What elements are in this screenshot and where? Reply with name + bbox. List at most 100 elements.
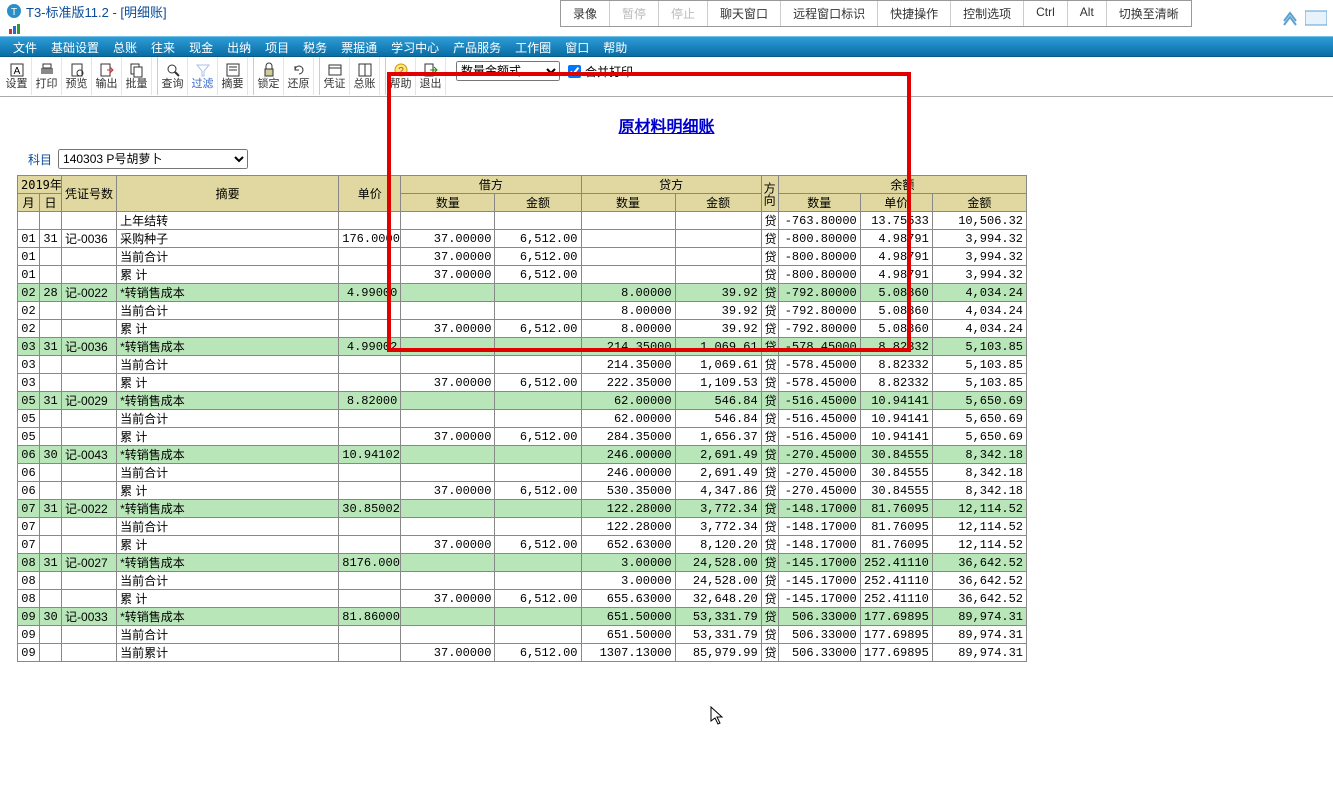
th-voucher: 凭证号数 <box>62 176 117 212</box>
svg-text:A: A <box>13 66 20 77</box>
table-row[interactable]: 07当前合计122.280003,772.34贷-148.1700081.760… <box>18 518 1027 536</box>
menu-tax[interactable]: 税务 <box>296 38 334 56</box>
menu-ledger[interactable]: 总账 <box>106 38 144 56</box>
th-direction: 方向 <box>761 176 778 212</box>
page-title-link[interactable]: 原材料明细账 <box>618 119 714 136</box>
app-icon: T <box>6 3 22 19</box>
ctrl-button[interactable]: Ctrl <box>1024 1 1068 26</box>
svg-text:?: ? <box>398 66 404 77</box>
th-credit-qty: 数量 <box>581 194 675 212</box>
menu-window[interactable]: 窗口 <box>558 38 596 56</box>
menu-file[interactable]: 文件 <box>6 38 44 56</box>
table-row[interactable]: 0228记-0022*转销售成本4.990008.0000039.92贷-792… <box>18 284 1027 302</box>
help-button[interactable]: ?帮助 <box>386 57 416 95</box>
alt-button[interactable]: Alt <box>1068 1 1107 26</box>
stop-button[interactable]: 停止 <box>659 1 708 26</box>
shortcut-button[interactable]: 快捷操作 <box>878 1 951 26</box>
table-row[interactable]: 03当前合计214.350001,069.61贷-578.450008.8233… <box>18 356 1027 374</box>
menu-help[interactable]: 帮助 <box>596 38 634 56</box>
brand-icon <box>1305 9 1327 27</box>
mouse-cursor <box>710 706 726 729</box>
th-price: 单价 <box>339 176 401 212</box>
ledger-grid[interactable]: 2019年 凭证号数 摘要 单价 借方 贷方 方向 余额 月 日 数量 金额 数… <box>17 175 1027 662</box>
merge-print-checkbox[interactable]: 合并打印 <box>568 63 633 80</box>
th-bal-price: 单价 <box>860 194 932 212</box>
table-row[interactable]: 0531记-0029*转销售成本8.8200062.00000546.84贷-5… <box>18 392 1027 410</box>
exit-button[interactable]: 退出 <box>416 57 446 95</box>
table-row[interactable]: 0630记-0043*转销售成本10.94102246.000002,691.4… <box>18 446 1027 464</box>
table-row[interactable]: 0731记-0022*转销售成本30.85002122.280003,772.3… <box>18 500 1027 518</box>
toolbar: A设置 打印 预览 输出 批量 查询 过滤 摘要 锁定 还原 凭证 总账 ?帮助… <box>0 57 1333 97</box>
menu-product-service[interactable]: 产品服务 <box>446 38 508 56</box>
table-row[interactable]: 09当前累计37.000006,512.001307.1300085,979.9… <box>18 644 1027 662</box>
th-day: 日 <box>40 194 62 212</box>
settings-button[interactable]: A设置 <box>2 57 32 95</box>
subject-dropdown[interactable]: 140303 P号胡萝卜 <box>58 149 248 169</box>
table-row[interactable]: 0831记-0027*转销售成本8176.000003.0000024,528.… <box>18 554 1027 572</box>
switch-hd-button[interactable]: 切换至清晰 <box>1107 1 1191 26</box>
th-debit: 借方 <box>401 176 581 194</box>
print-button[interactable]: 打印 <box>32 57 62 95</box>
menu-project[interactable]: 项目 <box>258 38 296 56</box>
menu-learn[interactable]: 学习中心 <box>384 38 446 56</box>
subject-row: 科目 140303 P号胡萝卜 <box>0 145 1333 175</box>
remote-toolbar: 录像 暂停 停止 聊天窗口 远程窗口标识 快捷操作 控制选项 Ctrl Alt … <box>560 0 1192 27</box>
collapse-icon[interactable] <box>1281 9 1299 27</box>
pause-button[interactable]: 暂停 <box>610 1 659 26</box>
th-summary: 摘要 <box>117 176 339 212</box>
preview-button[interactable]: 预览 <box>62 57 92 95</box>
th-debit-qty: 数量 <box>401 194 495 212</box>
batch-button[interactable]: 批量 <box>122 57 152 95</box>
table-row[interactable]: 02累 计37.000006,512.008.0000039.92贷-792.8… <box>18 320 1027 338</box>
menubar-wrap: 文件 基础设置 总账 往来 现金 出纳 项目 税务 票据通 学习中心 产品服务 … <box>0 36 1333 57</box>
menu-voucher-pass[interactable]: 票据通 <box>334 38 384 56</box>
table-row[interactable]: 05累 计37.000006,512.00284.350001,656.37贷-… <box>18 428 1027 446</box>
chat-button[interactable]: 聊天窗口 <box>708 1 781 26</box>
th-credit-amt: 金额 <box>675 194 761 212</box>
menu-receivable[interactable]: 往来 <box>144 38 182 56</box>
th-bal-amt: 金额 <box>932 194 1026 212</box>
th-bal-qty: 数量 <box>778 194 860 212</box>
menu-cash[interactable]: 现金 <box>182 38 220 56</box>
table-row[interactable]: 08当前合计3.0000024,528.00贷-145.17000252.411… <box>18 572 1027 590</box>
table-row[interactable]: 03累 计37.000006,512.00222.350001,109.53贷-… <box>18 374 1027 392</box>
page-title-area: 原材料明细账 <box>0 97 1333 145</box>
format-dropdown[interactable]: 数量金额式 <box>456 61 560 81</box>
record-button[interactable]: 录像 <box>561 1 610 26</box>
table-row[interactable]: 07累 计37.000006,512.00652.630008,120.20贷-… <box>18 536 1027 554</box>
table-row[interactable]: 0131记-0036采购种子176.0000037.000006,512.00贷… <box>18 230 1027 248</box>
table-row[interactable]: 0331记-0036*转销售成本4.99002214.350001,069.61… <box>18 338 1027 356</box>
menu-basic[interactable]: 基础设置 <box>44 38 106 56</box>
menubar: 文件 基础设置 总账 往来 现金 出纳 项目 税务 票据通 学习中心 产品服务 … <box>0 37 1333 56</box>
table-row[interactable]: 01当前合计37.000006,512.00贷-800.800004.98791… <box>18 248 1027 266</box>
svg-text:T: T <box>11 7 17 18</box>
table-row[interactable]: 0930记-0033*转销售成本81.86000651.5000053,331.… <box>18 608 1027 626</box>
th-balance: 余额 <box>778 176 1026 194</box>
table-row[interactable]: 09当前合计651.5000053,331.79贷506.33000177.69… <box>18 626 1027 644</box>
output-button[interactable]: 输出 <box>92 57 122 95</box>
restore-button[interactable]: 还原 <box>284 57 314 95</box>
menu-work-circle[interactable]: 工作圈 <box>508 38 558 56</box>
th-credit: 贷方 <box>581 176 761 194</box>
lock-button[interactable]: 锁定 <box>254 57 284 95</box>
remote-flag-button[interactable]: 远程窗口标识 <box>781 1 878 26</box>
table-row[interactable]: 06当前合计246.000002,691.49贷-270.4500030.845… <box>18 464 1027 482</box>
table-row[interactable]: 02当前合计8.0000039.92贷-792.800005.088604,03… <box>18 302 1027 320</box>
table-row[interactable]: 01累 计37.000006,512.00贷-800.800004.987913… <box>18 266 1027 284</box>
summary-button[interactable]: 摘要 <box>218 57 248 95</box>
table-row[interactable]: 08累 计37.000006,512.00655.6300032,648.20贷… <box>18 590 1027 608</box>
table-row[interactable]: 05当前合计62.00000546.84贷-516.4500010.941415… <box>18 410 1027 428</box>
general-ledger-button[interactable]: 总账 <box>350 57 380 95</box>
table-row[interactable]: 06累 计37.000006,512.00530.350004,347.86贷-… <box>18 482 1027 500</box>
table-row[interactable]: 上年结转贷-763.8000013.7553310,506.32 <box>18 212 1027 230</box>
subject-label: 科目 <box>28 151 52 168</box>
floating-right <box>1193 2 1333 34</box>
filter-button[interactable]: 过滤 <box>188 57 218 95</box>
control-options-button[interactable]: 控制选项 <box>951 1 1024 26</box>
grid-wrap: 2019年 凭证号数 摘要 单价 借方 贷方 方向 余额 月 日 数量 金额 数… <box>17 175 1027 662</box>
window-title: T3-标准版11.2 - [明细账] <box>26 2 167 21</box>
menu-checkout[interactable]: 出纳 <box>220 38 258 56</box>
merge-print-input[interactable] <box>568 65 581 78</box>
query-button[interactable]: 查询 <box>158 57 188 95</box>
voucher-button[interactable]: 凭证 <box>320 57 350 95</box>
